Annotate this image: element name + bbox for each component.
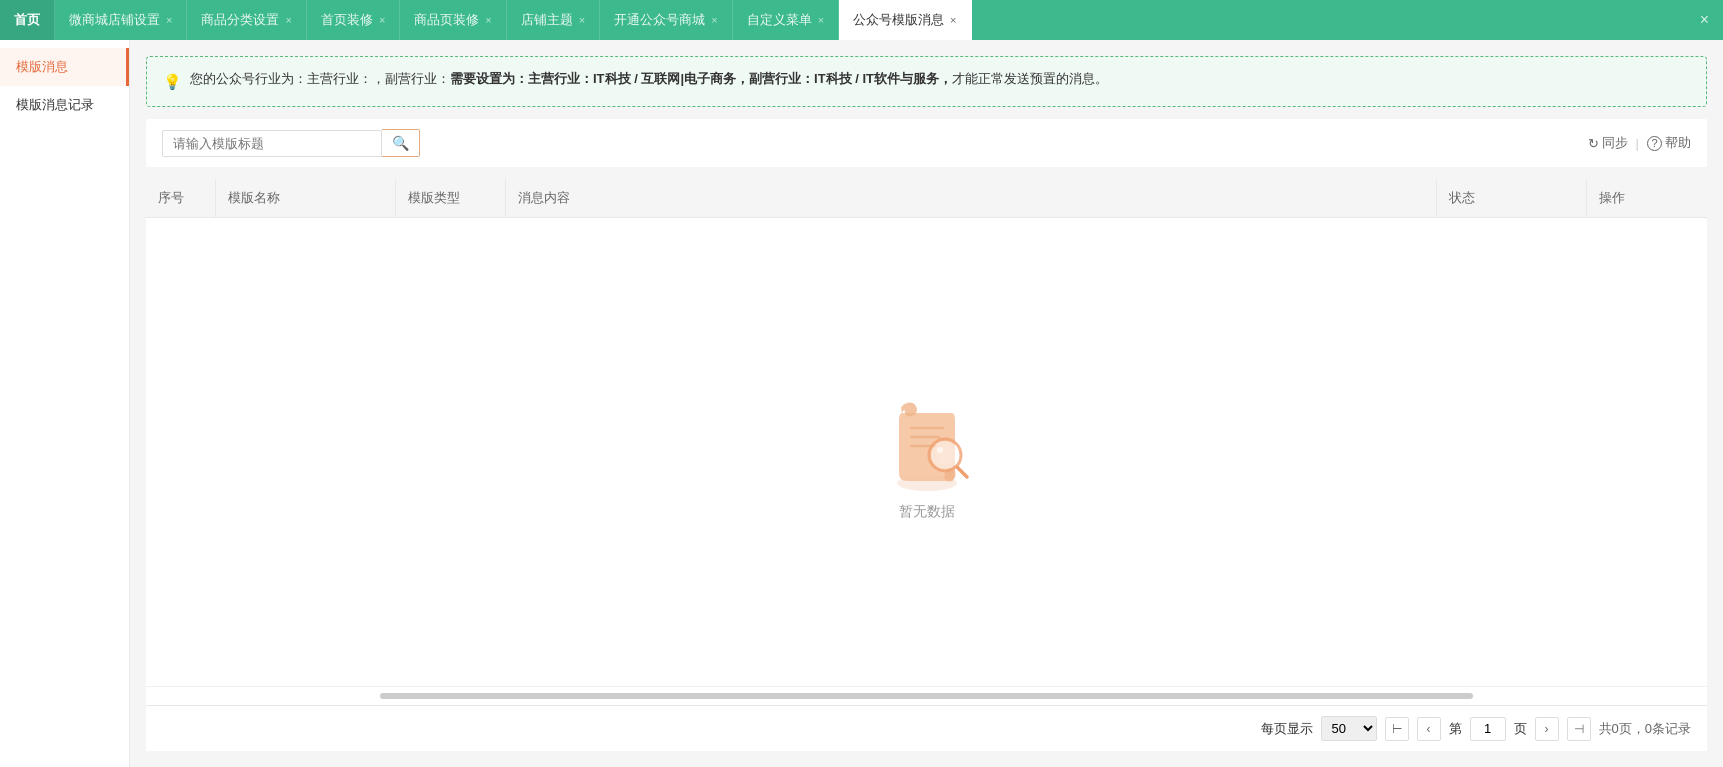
page-suffix: 页 (1514, 720, 1527, 738)
th-seq: 序号 (146, 179, 216, 217)
search-button[interactable]: 🔍 (382, 129, 420, 157)
table-container: 序号 模版名称 模版类型 消息内容 状态 操作 (146, 179, 1707, 751)
help-label: 帮助 (1665, 134, 1691, 152)
sidebar: 模版消息 模版消息记录 (0, 40, 130, 767)
empty-state: 暂无数据 (146, 218, 1707, 686)
notice-highlight: 需要设置为：主营行业：IT科技 / 互联网|电子商务，副营行业：IT科技 / I… (450, 71, 952, 86)
tab-category-settings-label: 商品分类设置 (201, 11, 279, 29)
notice-text: 您的公众号行业为：主营行业：，副营行业：需要设置为：主营行业：IT科技 / 互联… (190, 69, 1690, 90)
help-button[interactable]: ? 帮助 (1647, 134, 1691, 152)
last-page-icon: ⊣ (1574, 722, 1584, 736)
tab-shop-theme-label: 店铺主题 (521, 11, 573, 29)
top-nav: 首页 微商城店铺设置 × 商品分类设置 × 首页装修 × 商品页装修 × 店铺主… (0, 0, 1723, 40)
prev-page-button[interactable]: ‹ (1417, 717, 1441, 741)
tab-shop-settings-label: 微商城店铺设置 (69, 11, 160, 29)
notice-prefix: 您的公众号行业为：主营行业：，副营行业： (190, 71, 450, 86)
search-right: ↻ 同步 | ? 帮助 (1588, 134, 1691, 152)
tab-open-mall-close[interactable]: × (711, 14, 717, 26)
sync-label: 同步 (1602, 134, 1628, 152)
tab-open-mall[interactable]: 开通公众号商城 × (600, 0, 732, 40)
empty-illustration (867, 383, 987, 503)
sidebar-item-template-record[interactable]: 模版消息记录 (0, 86, 129, 124)
tab-custom-menu[interactable]: 自定义菜单 × (733, 0, 839, 40)
last-page-button[interactable]: ⊣ (1567, 717, 1591, 741)
sidebar-item-template-msg-label: 模版消息 (16, 59, 68, 74)
first-page-button[interactable]: ⊢ (1385, 717, 1409, 741)
sync-button[interactable]: ↻ 同步 (1588, 134, 1628, 152)
tab-category-settings[interactable]: 商品分类设置 × (187, 0, 306, 40)
fake-scrollbar[interactable] (380, 693, 1473, 699)
tab-product-decor-label: 商品页装修 (414, 11, 479, 29)
search-left: 🔍 (162, 129, 420, 157)
th-name: 模版名称 (216, 179, 396, 217)
tab-template-msg-label: 公众号模版消息 (853, 11, 944, 29)
notice-suffix: 才能正常发送预置的消息。 (952, 71, 1108, 86)
scrollbar-row (146, 686, 1707, 705)
help-icon: ? (1647, 136, 1662, 151)
prev-page-icon: ‹ (1427, 722, 1431, 736)
th-action: 操作 (1587, 179, 1707, 217)
pagination: 每页显示 10 20 50 100 ⊢ ‹ 第 页 › (146, 705, 1707, 751)
tab-template-msg[interactable]: 公众号模版消息 × (839, 0, 971, 40)
page-prefix: 第 (1449, 720, 1462, 738)
next-page-icon: › (1545, 722, 1549, 736)
empty-text: 暂无数据 (899, 503, 955, 521)
page-input[interactable] (1470, 717, 1506, 741)
notice-banner: 💡 您的公众号行业为：主营行业：，副营行业：需要设置为：主营行业：IT科技 / … (146, 56, 1707, 107)
tab-home[interactable]: 首页 (0, 0, 55, 40)
content-area: 💡 您的公众号行业为：主营行业：，副营行业：需要设置为：主营行业：IT科技 / … (130, 40, 1723, 767)
sync-icon: ↻ (1588, 136, 1599, 151)
notice-icon: 💡 (163, 70, 182, 94)
search-icon: 🔍 (392, 135, 409, 151)
th-content: 消息内容 (506, 179, 1437, 217)
tab-shop-settings[interactable]: 微商城店铺设置 × (55, 0, 187, 40)
th-status: 状态 (1437, 179, 1587, 217)
tab-home-decor-close[interactable]: × (379, 14, 385, 26)
tab-shop-settings-close[interactable]: × (166, 14, 172, 26)
page-total: 共0页，0条记录 (1599, 720, 1691, 738)
tab-home-decor-label: 首页装修 (321, 11, 373, 29)
svg-point-8 (937, 447, 943, 453)
search-row: 🔍 ↻ 同步 | ? 帮助 (146, 119, 1707, 167)
tab-custom-menu-close[interactable]: × (818, 14, 824, 26)
th-type: 模版类型 (396, 179, 506, 217)
tab-home-label: 首页 (14, 11, 40, 29)
next-page-button[interactable]: › (1535, 717, 1559, 741)
tab-home-decor[interactable]: 首页装修 × (307, 0, 400, 40)
sidebar-item-template-record-label: 模版消息记录 (16, 97, 94, 112)
tab-shop-theme[interactable]: 店铺主题 × (507, 0, 600, 40)
tab-product-decor-close[interactable]: × (485, 14, 491, 26)
tab-category-settings-close[interactable]: × (285, 14, 291, 26)
page-size-label: 每页显示 (1261, 720, 1313, 738)
page-size-select[interactable]: 10 20 50 100 (1321, 716, 1377, 741)
tab-product-decor[interactable]: 商品页装修 × (400, 0, 506, 40)
table-header: 序号 模版名称 模版类型 消息内容 状态 操作 (146, 179, 1707, 218)
global-close-button[interactable]: × (1686, 11, 1723, 29)
main-layout: 模版消息 模版消息记录 💡 您的公众号行业为：主营行业：，副营行业：需要设置为：… (0, 40, 1723, 767)
tab-custom-menu-label: 自定义菜单 (747, 11, 812, 29)
first-page-icon: ⊢ (1392, 722, 1402, 736)
sidebar-item-template-msg[interactable]: 模版消息 (0, 48, 129, 86)
svg-line-7 (957, 467, 967, 477)
tab-open-mall-label: 开通公众号商城 (614, 11, 705, 29)
search-divider: | (1636, 136, 1639, 151)
tab-template-msg-close[interactable]: × (950, 14, 956, 26)
search-input[interactable] (162, 130, 382, 157)
tab-shop-theme-close[interactable]: × (579, 14, 585, 26)
